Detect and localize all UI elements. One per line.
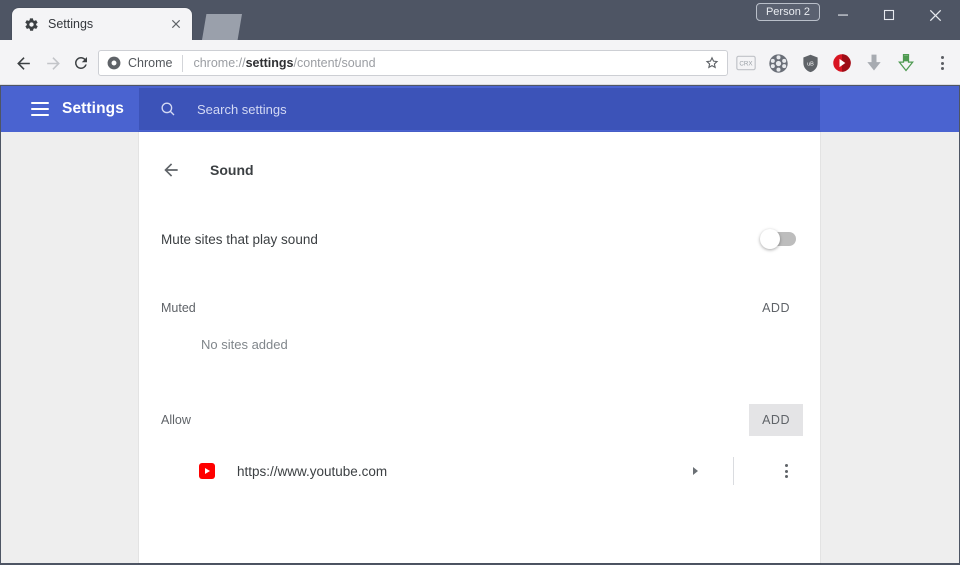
menu-dot: [784, 469, 788, 473]
omnibox-url-prefix: chrome://: [193, 56, 246, 70]
minimize-icon: [838, 14, 848, 16]
section-muted: Muted ADD No sites added: [139, 290, 820, 352]
hamburger-line: [31, 114, 49, 116]
section-header: Muted ADD: [139, 290, 820, 326]
hamburger-line: [31, 102, 49, 104]
green-download-arrow-extension-icon[interactable]: [895, 52, 917, 74]
section-header: Allow ADD: [139, 402, 820, 438]
site-list-item[interactable]: https://www.youtube.com: [139, 448, 820, 494]
page-title: Sound: [210, 162, 254, 178]
film-reel-icon: [768, 53, 788, 73]
mute-sites-label: Mute sites that play sound: [161, 231, 318, 247]
settings-card: Sound Mute sites that play sound Muted A…: [139, 132, 820, 563]
crx-extension-icon[interactable]: CRX: [735, 52, 757, 74]
tab-title: Settings: [48, 17, 94, 31]
download-arrow-icon: [867, 54, 881, 71]
profile-button[interactable]: Person 2: [755, 3, 820, 21]
chrome-menu-button[interactable]: [932, 52, 952, 74]
menu-dot: [784, 475, 788, 478]
back-button[interactable]: [8, 48, 38, 78]
red-circle-extension-icon[interactable]: [831, 52, 853, 74]
empty-state-text: No sites added: [201, 337, 288, 352]
ublock-shield-extension-icon[interactable]: uB: [799, 52, 821, 74]
hamburger-menu-icon[interactable]: [31, 102, 49, 116]
gray-download-arrow-extension-icon[interactable]: [863, 52, 885, 74]
expand-caret-icon[interactable]: [693, 467, 698, 475]
row-divider: [733, 457, 734, 485]
close-button[interactable]: [912, 0, 958, 30]
settings-page-background: Sound Mute sites that play sound Muted A…: [1, 132, 959, 563]
site-overflow-menu-icon[interactable]: [776, 460, 796, 482]
menu-dot: [940, 56, 944, 59]
browser-window: Settings Person 2 Chrome chrome://settin…: [0, 0, 960, 565]
omnibox-url-path: /content/sound: [293, 56, 376, 70]
settings-search-box[interactable]: [139, 88, 820, 130]
film-reel-extension-icon[interactable]: [767, 52, 789, 74]
forward-arrow-icon: [46, 56, 60, 70]
svg-text:CRX: CRX: [739, 61, 753, 68]
reload-icon: [74, 56, 87, 69]
tab-strip: Settings Person 2: [0, 0, 960, 40]
section-title-allow: Allow: [161, 413, 191, 427]
minimize-button[interactable]: [820, 0, 866, 30]
omnibox-url: chrome://settings/content/sound: [193, 56, 375, 70]
omnibox-chip: Chrome: [99, 56, 172, 70]
search-icon: [161, 102, 175, 116]
omnibox-url-host: settings: [245, 56, 294, 70]
browser-tab-settings[interactable]: Settings: [12, 8, 192, 40]
menu-dot: [940, 61, 944, 65]
sound-page-header: Sound: [139, 152, 820, 188]
address-bar[interactable]: Chrome chrome://settings/content/sound: [98, 50, 728, 76]
reload-button[interactable]: [66, 48, 96, 78]
hamburger-line: [31, 108, 49, 110]
section-allow: Allow ADD https://www.youtube.com: [139, 402, 820, 494]
mute-sites-toggle[interactable]: [760, 229, 796, 249]
back-arrow-icon[interactable]: [161, 160, 181, 180]
omnibox-chip-label: Chrome: [128, 56, 173, 70]
close-icon: [929, 9, 941, 21]
menu-dot: [784, 464, 788, 467]
omnibox-divider: [182, 54, 184, 72]
maximize-icon: [883, 9, 895, 21]
mute-sites-row: Mute sites that play sound: [139, 217, 820, 261]
section-title-muted: Muted: [161, 301, 196, 315]
red-circle-icon: [833, 54, 851, 72]
back-arrow-icon: [16, 56, 30, 70]
shield-icon: uB: [802, 54, 818, 73]
add-button-allow[interactable]: ADD: [749, 404, 803, 436]
add-button-muted[interactable]: ADD: [749, 292, 803, 324]
chrome-logo-icon: [107, 56, 121, 70]
new-tab-button[interactable]: [202, 14, 242, 40]
search-input[interactable]: [197, 101, 697, 117]
settings-title: Settings: [62, 100, 124, 117]
forward-button: [38, 48, 68, 78]
svg-text:uB: uB: [807, 61, 814, 67]
site-url: https://www.youtube.com: [237, 463, 388, 479]
tab-close-icon[interactable]: [169, 17, 183, 31]
menu-dot: [940, 67, 944, 70]
youtube-favicon: [199, 463, 215, 479]
crx-badge-icon: CRX: [736, 55, 756, 71]
gear-icon: [25, 17, 38, 31]
green-download-icon: [898, 54, 914, 72]
bookmark-star-icon[interactable]: [704, 55, 720, 71]
maximize-button[interactable]: [866, 0, 912, 30]
browser-toolbar: Chrome chrome://settings/content/sound C…: [0, 40, 960, 85]
toggle-knob: [760, 229, 780, 249]
